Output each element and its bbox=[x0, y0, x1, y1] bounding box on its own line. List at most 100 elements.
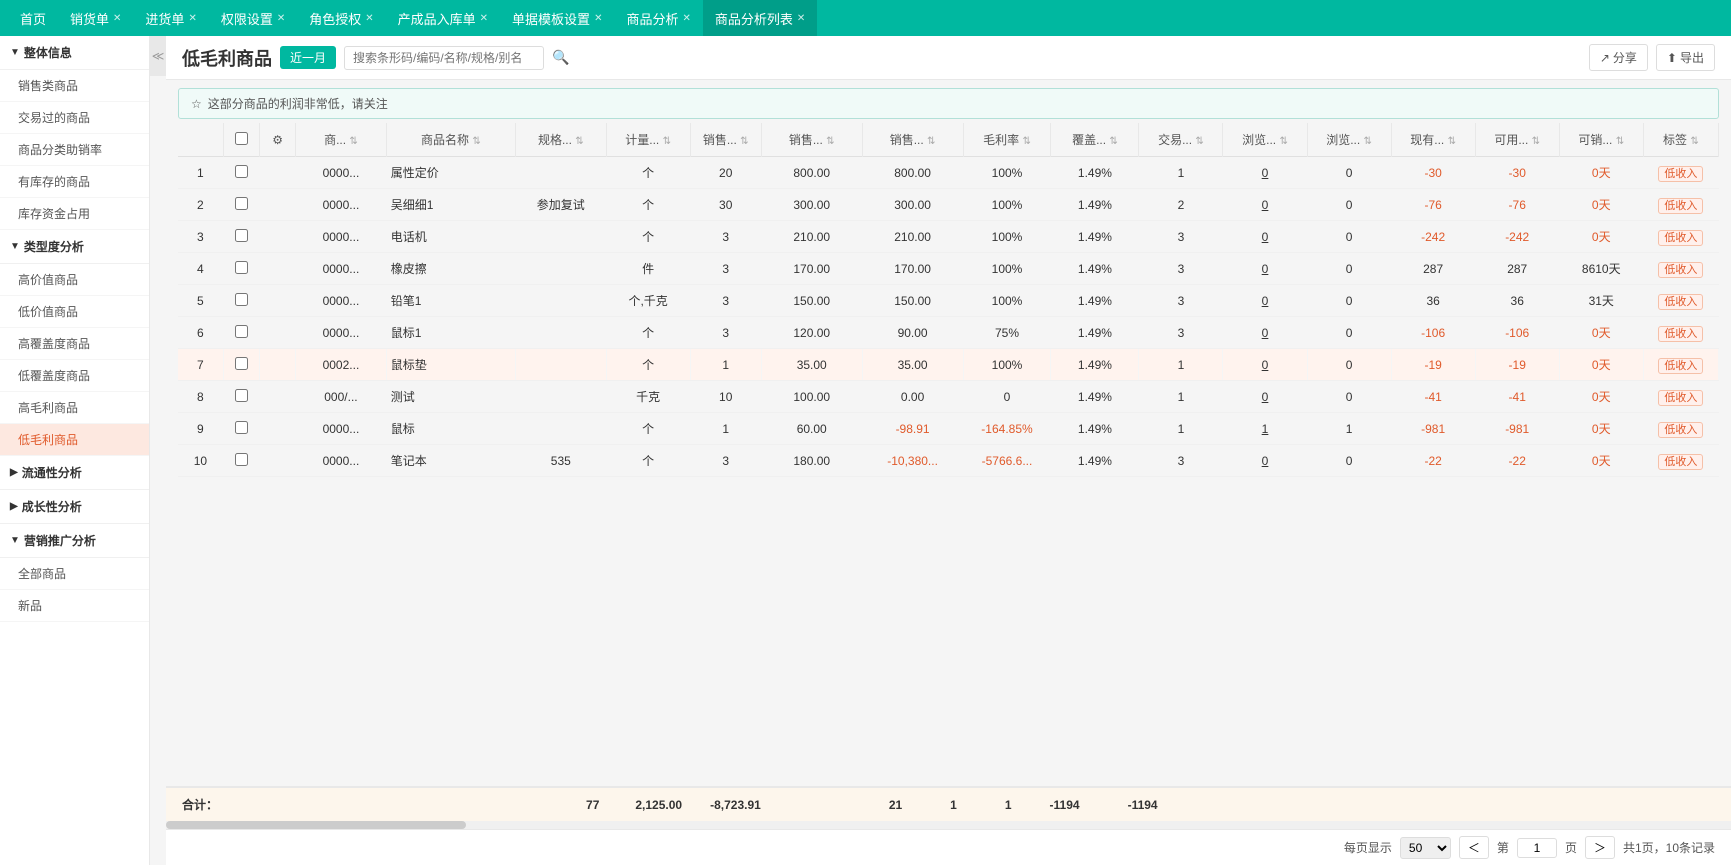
col-gross-rate[interactable]: 毛利率 ⇅ bbox=[963, 123, 1051, 157]
col-spec[interactable]: 规格... ⇅ bbox=[516, 123, 607, 157]
row-coverage: 1.49% bbox=[1051, 317, 1139, 349]
row-view1[interactable]: 0 bbox=[1223, 445, 1307, 477]
row-select-checkbox[interactable] bbox=[235, 261, 248, 274]
row-view1[interactable]: 0 bbox=[1223, 381, 1307, 413]
sidebar-group-type-analysis[interactable]: ▼ 类型度分析 bbox=[0, 230, 149, 264]
row-checkbox[interactable] bbox=[223, 253, 259, 285]
row-select-checkbox[interactable] bbox=[235, 229, 248, 242]
row-view1[interactable]: 0 bbox=[1223, 285, 1307, 317]
row-checkbox[interactable] bbox=[223, 189, 259, 221]
col-checkbox[interactable] bbox=[223, 123, 259, 157]
page-suffix: 页 bbox=[1565, 839, 1577, 856]
row-view1[interactable]: 1 bbox=[1223, 413, 1307, 445]
sidebar-item-all-goods[interactable]: 全部商品 bbox=[0, 558, 149, 590]
nav-close-icon[interactable]: ✕ bbox=[277, 13, 285, 24]
row-checkbox[interactable] bbox=[223, 317, 259, 349]
row-checkbox[interactable] bbox=[223, 349, 259, 381]
nav-product-analysis[interactable]: 商品分析 ✕ bbox=[614, 0, 702, 36]
search-button[interactable]: 🔍 bbox=[552, 49, 569, 66]
row-sales-qty: 1 bbox=[690, 349, 761, 381]
col-available-stock[interactable]: 可用... ⇅ bbox=[1475, 123, 1559, 157]
col-view1[interactable]: 浏览... ⇅ bbox=[1223, 123, 1307, 157]
page-number-input[interactable] bbox=[1517, 838, 1557, 858]
col-current-stock[interactable]: 现有... ⇅ bbox=[1391, 123, 1475, 157]
row-view1[interactable]: 0 bbox=[1223, 317, 1307, 349]
sidebar-item-high-value[interactable]: 高价值商品 bbox=[0, 264, 149, 296]
col-name[interactable]: 商品名称 ⇅ bbox=[386, 123, 515, 157]
row-select-checkbox[interactable] bbox=[235, 165, 248, 178]
nav-close-icon[interactable]: ✕ bbox=[113, 13, 121, 24]
row-checkbox[interactable] bbox=[223, 157, 259, 189]
col-tag[interactable]: 标签 ⇅ bbox=[1643, 123, 1718, 157]
sidebar-item-sales-goods[interactable]: 销售类商品 bbox=[0, 70, 149, 102]
row-select-checkbox[interactable] bbox=[235, 325, 248, 338]
nav-role-auth[interactable]: 角色授权 ✕ bbox=[297, 0, 385, 36]
row-checkbox[interactable] bbox=[223, 221, 259, 253]
row-view1[interactable]: 0 bbox=[1223, 349, 1307, 381]
sidebar-group-circulation[interactable]: ▶ 流通性分析 bbox=[0, 456, 149, 490]
table-container[interactable]: ⚙ 商... ⇅ 商品名称 ⇅ 规格... ⇅ 计量... ⇅ 销售... ⇅ … bbox=[166, 123, 1731, 786]
col-settings[interactable]: ⚙ bbox=[259, 123, 295, 157]
col-transaction[interactable]: 交易... ⇅ bbox=[1139, 123, 1223, 157]
share-button[interactable]: ↗ 分享 bbox=[1589, 44, 1648, 71]
col-coverage[interactable]: 覆盖... ⇅ bbox=[1051, 123, 1139, 157]
search-input[interactable] bbox=[344, 46, 544, 70]
page-size-select[interactable]: 50 100 200 bbox=[1400, 837, 1451, 859]
row-view1[interactable]: 0 bbox=[1223, 157, 1307, 189]
nav-close-icon[interactable]: ✕ bbox=[188, 13, 196, 24]
col-view2[interactable]: 浏览... ⇅ bbox=[1307, 123, 1391, 157]
col-code[interactable]: 商... ⇅ bbox=[296, 123, 387, 157]
next-page-button[interactable]: ＞ bbox=[1585, 836, 1615, 859]
sidebar-group-marketing[interactable]: ▼ 营销推广分析 bbox=[0, 524, 149, 558]
sidebar-item-low-value[interactable]: 低价值商品 bbox=[0, 296, 149, 328]
sidebar-item-low-profit[interactable]: 低毛利商品 bbox=[0, 424, 149, 456]
row-select-checkbox[interactable] bbox=[235, 357, 248, 370]
nav-close-icon[interactable]: ✕ bbox=[480, 13, 488, 24]
sidebar-item-high-coverage[interactable]: 高覆盖度商品 bbox=[0, 328, 149, 360]
scrollbar-thumb[interactable] bbox=[166, 821, 466, 829]
sidebar-item-low-coverage[interactable]: 低覆盖度商品 bbox=[0, 360, 149, 392]
row-view1[interactable]: 0 bbox=[1223, 253, 1307, 285]
row-select-checkbox[interactable] bbox=[235, 389, 248, 402]
row-checkbox[interactable] bbox=[223, 285, 259, 317]
row-view1[interactable]: 0 bbox=[1223, 221, 1307, 253]
sidebar-item-high-profit[interactable]: 高毛利商品 bbox=[0, 392, 149, 424]
sidebar-item-new-goods[interactable]: 新品 bbox=[0, 590, 149, 622]
select-all-checkbox[interactable] bbox=[235, 132, 248, 145]
sidebar-item-traded-goods[interactable]: 交易过的商品 bbox=[0, 102, 149, 134]
row-checkbox[interactable] bbox=[223, 445, 259, 477]
nav-close-icon[interactable]: ✕ bbox=[797, 13, 805, 24]
sidebar-item-stock-goods[interactable]: 有库存的商品 bbox=[0, 166, 149, 198]
row-select-checkbox[interactable] bbox=[235, 453, 248, 466]
sidebar-group-growth[interactable]: ▶ 成长性分析 bbox=[0, 490, 149, 524]
horizontal-scrollbar[interactable] bbox=[166, 821, 1731, 829]
sidebar-group-overall[interactable]: ▼ 整体信息 bbox=[0, 36, 149, 70]
nav-close-icon[interactable]: ✕ bbox=[365, 13, 373, 24]
nav-template-settings[interactable]: 单据模板设置 ✕ bbox=[500, 0, 614, 36]
row-select-checkbox[interactable] bbox=[235, 421, 248, 434]
row-checkbox[interactable] bbox=[223, 381, 259, 413]
nav-home[interactable]: 首页 bbox=[8, 0, 58, 36]
col-saleable[interactable]: 可销... ⇅ bbox=[1559, 123, 1643, 157]
row-checkbox[interactable] bbox=[223, 413, 259, 445]
col-unit[interactable]: 计量... ⇅ bbox=[606, 123, 690, 157]
prev-page-button[interactable]: ＜ bbox=[1459, 836, 1489, 859]
col-sales-cost[interactable]: 销售... ⇅ bbox=[862, 123, 963, 157]
nav-product-inbound[interactable]: 产成品入库单 ✕ bbox=[386, 0, 500, 36]
sidebar-item-stock-capital[interactable]: 库存资金占用 bbox=[0, 198, 149, 230]
row-view1[interactable]: 0 bbox=[1223, 189, 1307, 221]
sidebar-item-category-sales-rate[interactable]: 商品分类助销率 bbox=[0, 134, 149, 166]
nav-product-analysis-list[interactable]: 商品分析列表 ✕ bbox=[703, 0, 817, 36]
row-select-checkbox[interactable] bbox=[235, 197, 248, 210]
nav-purchase-order[interactable]: 进货单 ✕ bbox=[133, 0, 208, 36]
nav-permission-settings[interactable]: 权限设置 ✕ bbox=[209, 0, 297, 36]
col-sales-qty[interactable]: 销售... ⇅ bbox=[690, 123, 761, 157]
nav-sales-order[interactable]: 销货单 ✕ bbox=[58, 0, 133, 36]
nav-close-icon[interactable]: ✕ bbox=[682, 13, 690, 24]
nav-close-icon[interactable]: ✕ bbox=[594, 13, 602, 24]
row-select-checkbox[interactable] bbox=[235, 293, 248, 306]
sidebar-collapse-button[interactable]: ≪ bbox=[150, 36, 166, 76]
filter-recent-month-button[interactable]: 近一月 bbox=[280, 46, 336, 69]
export-button[interactable]: ⬆ 导出 bbox=[1656, 44, 1715, 71]
col-sales-amount[interactable]: 销售... ⇅ bbox=[761, 123, 862, 157]
